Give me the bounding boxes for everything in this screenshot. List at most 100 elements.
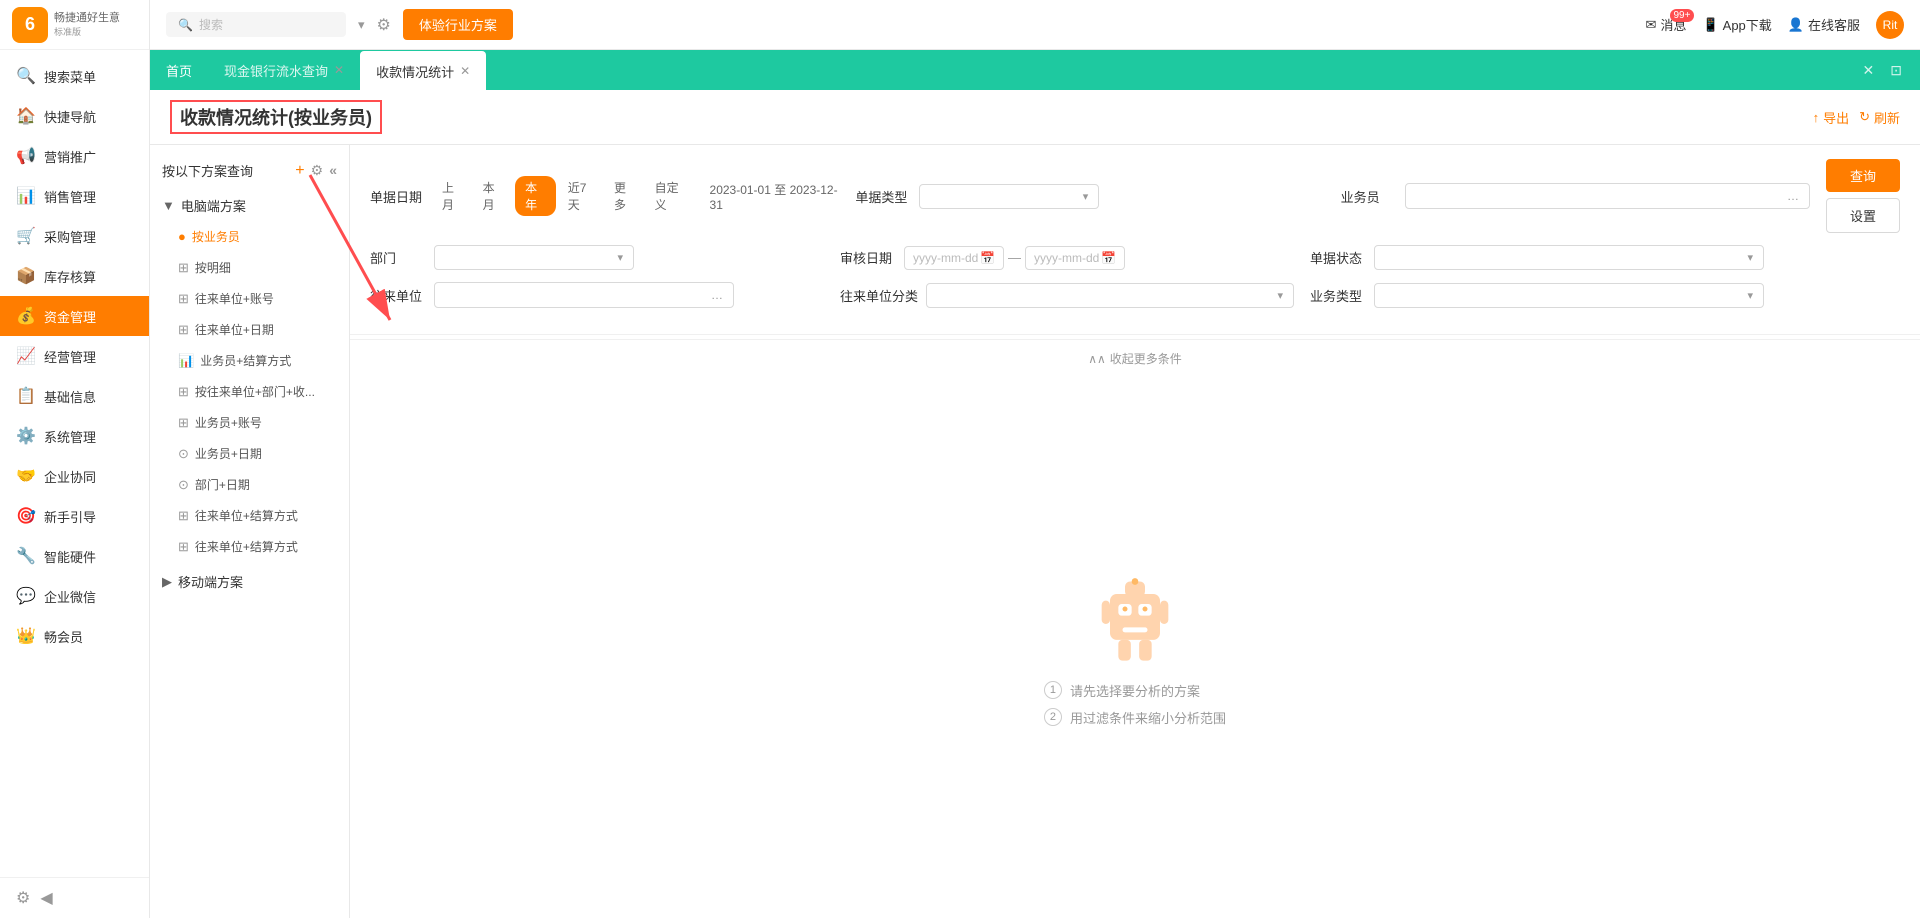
sidebar-item-guide[interactable]: 🎯 新手引导: [0, 496, 149, 536]
scheme-item-by-salesman[interactable]: ● 按业务员: [150, 221, 349, 252]
trial-button[interactable]: 体验行业方案: [403, 9, 513, 40]
query-button[interactable]: 查询: [1826, 159, 1900, 192]
sidebar-item-corp[interactable]: 🤝 企业协同: [0, 456, 149, 496]
left-panel: 按以下方案查询 + ⚙ « ▼ 电脑端方案 ● 按业务员: [150, 145, 350, 918]
sidebar-item-system[interactable]: ⚙️ 系统管理: [0, 416, 149, 456]
export-button[interactable]: ↑ 导出: [1813, 108, 1850, 127]
panel-header-text: 按以下方案查询: [162, 161, 295, 180]
date-selector: 上月 本月 本年 近7天 更多 自定义: [434, 176, 694, 216]
tip-item-2: 2 用过滤条件来缩小分析范围: [1044, 708, 1226, 727]
sidebar-item-sales[interactable]: 📊 销售管理: [0, 176, 149, 216]
scheme-item-by-salesman-method[interactable]: 📊 业务员+结算方式: [150, 345, 349, 376]
topbar-gear-icon[interactable]: ⚙: [377, 15, 391, 35]
date-btn-custom[interactable]: 自定义: [647, 176, 694, 216]
panel-collapse-btn[interactable]: «: [329, 162, 337, 180]
window-close-icon[interactable]: ✕: [1857, 62, 1881, 79]
search-icon: 🔍: [178, 18, 193, 32]
footer-settings-icon[interactable]: ⚙: [16, 888, 30, 908]
form-row-2: 部门 ▾ 审核日期 yyyy-mm-dd 📅: [370, 245, 1900, 270]
sidebar-item-basic[interactable]: 📋 基础信息: [0, 376, 149, 416]
sidebar-footer: ⚙ ◀‍: [0, 877, 149, 918]
tab-bank-flow-close[interactable]: ✕: [334, 63, 344, 77]
logo-badge: 标准版: [54, 25, 120, 38]
online-service-button[interactable]: 👤 在线客服: [1788, 15, 1860, 34]
sidebar-item-member[interactable]: 👑 畅会员: [0, 616, 149, 656]
scheme-item-by-unit-method2[interactable]: ⊞ 往来单位+结算方式: [150, 531, 349, 562]
scheme-icon-salesman: ●: [178, 229, 186, 244]
collapse-bar[interactable]: ∧∧ 收起更多条件: [350, 339, 1920, 377]
review-date-to[interactable]: yyyy-mm-dd 📅: [1025, 246, 1125, 270]
tab-home[interactable]: 首页: [150, 50, 208, 90]
counterpart-field: 往来单位 …: [370, 282, 824, 308]
counterpart-class-field: 往来单位分类 ▾: [840, 283, 1294, 308]
purchase-icon: 🛒: [16, 226, 36, 246]
sidebar-item-wechat[interactable]: 💬 企业微信: [0, 576, 149, 616]
topbar: 🔍 搜索 ▾ ⚙ 体验行业方案 ✉ 消息 99+ 📱 App下载 👤 在线客服 …: [150, 0, 1920, 50]
sidebar-item-operation[interactable]: 📈 经营管理: [0, 336, 149, 376]
date-btn-this-year[interactable]: 本年: [515, 176, 556, 216]
user-avatar[interactable]: Rit: [1876, 11, 1904, 39]
scheme-item-by-detail[interactable]: ⊞ 按明细: [150, 252, 349, 283]
review-date-from[interactable]: yyyy-mm-dd 📅: [904, 246, 1004, 270]
dept-select[interactable]: ▾: [434, 245, 634, 270]
counterpart-class-label: 往来单位分类: [840, 286, 918, 305]
date-btn-this-month[interactable]: 本月: [475, 176, 512, 216]
sales-icon: 📊: [16, 186, 36, 206]
panel-settings-btn[interactable]: ⚙: [311, 162, 324, 180]
tab-collection-stats[interactable]: 收款情况统计 ✕: [360, 51, 486, 91]
salesman-more-icon[interactable]: …: [1787, 189, 1799, 203]
message-button[interactable]: ✉ 消息 99+: [1646, 15, 1687, 34]
doc-type-select[interactable]: ▾: [919, 184, 1099, 209]
counterpart-input[interactable]: …: [434, 282, 734, 308]
date-label: 单据日期: [370, 187, 426, 206]
message-icon: ✉: [1646, 17, 1657, 33]
tip-text-1: 请先选择要分析的方案: [1070, 681, 1200, 700]
sidebar-item-purchase[interactable]: 🛒 采购管理: [0, 216, 149, 256]
refresh-button[interactable]: ↻ 刷新: [1859, 108, 1900, 127]
date-range: 2023-01-01 至 2023-12-31: [710, 181, 840, 212]
scheme-item-by-dept-date[interactable]: ⊙ 部门+日期: [150, 469, 349, 500]
scheme-icon-dept-date: ⊙: [178, 477, 189, 493]
service-label: 在线客服: [1808, 15, 1860, 34]
review-date-field: 审核日期 yyyy-mm-dd 📅 — yyyy-mm-dd 📅: [840, 246, 1294, 270]
salesman-select[interactable]: …: [1405, 183, 1810, 209]
tab-collection-stats-close[interactable]: ✕: [460, 64, 470, 78]
home-icon: 🏠: [16, 106, 36, 126]
footer-collapse-icon[interactable]: ◀‍: [40, 888, 52, 908]
scheme-item-by-unit-method1[interactable]: ⊞ 往来单位+结算方式: [150, 500, 349, 531]
window-maximize-icon[interactable]: ⊡: [1884, 62, 1908, 79]
scheme-item-by-unit-dept[interactable]: ⊞ 按往来单位+部门+收...: [150, 376, 349, 407]
doc-status-select[interactable]: ▾: [1374, 245, 1764, 270]
sidebar-item-hardware[interactable]: 🔧 智能硬件: [0, 536, 149, 576]
topbar-dropdown[interactable]: ▾: [358, 17, 365, 33]
sidebar-item-finance[interactable]: 💰 资金管理: [0, 296, 149, 336]
message-badge: 99+: [1670, 9, 1695, 22]
panel-add-btn[interactable]: +: [295, 162, 304, 180]
counterpart-class-select[interactable]: ▾: [926, 283, 1294, 308]
topbar-search[interactable]: 🔍 搜索: [166, 12, 346, 37]
counterpart-label: 往来单位: [370, 286, 426, 305]
sidebar-item-quick-nav[interactable]: 🏠 快捷导航: [0, 96, 149, 136]
mobile-group-title[interactable]: ▶ 移动端方案: [150, 566, 349, 597]
date-btn-7days[interactable]: 近7天: [560, 176, 602, 216]
biz-type-field: 业务类型 ▾: [1310, 283, 1764, 308]
form-actions: 查询 设置: [1826, 159, 1900, 233]
scheme-item-by-salesman-account[interactable]: ⊞ 业务员+账号: [150, 407, 349, 438]
counterpart-more-icon[interactable]: …: [711, 288, 723, 302]
sidebar-item-search[interactable]: 🔍 搜索菜单: [0, 56, 149, 96]
app-download-button[interactable]: 📱 App下载: [1702, 15, 1771, 34]
tab-bank-flow[interactable]: 现金银行流水查询 ✕: [208, 50, 360, 90]
settings-button[interactable]: 设置: [1826, 198, 1900, 233]
collapse-label: 收起更多条件: [1110, 350, 1182, 367]
logo-text: 畅捷通好生意: [54, 11, 120, 25]
scheme-item-by-unit-date[interactable]: ⊞ 往来单位+日期: [150, 314, 349, 345]
sidebar-item-inventory[interactable]: 📦 库存核算: [0, 256, 149, 296]
date-btn-last-month[interactable]: 上月: [434, 176, 471, 216]
scheme-item-by-salesman-date[interactable]: ⊙ 业务员+日期: [150, 438, 349, 469]
scheme-item-by-unit-account[interactable]: ⊞ 往来单位+账号: [150, 283, 349, 314]
desktop-group-title[interactable]: ▼ 电脑端方案: [150, 190, 349, 221]
date-btn-more[interactable]: 更多: [606, 176, 643, 216]
form-row-3: 往来单位 … 往来单位分类 ▾: [370, 282, 1900, 308]
biz-type-select[interactable]: ▾: [1374, 283, 1764, 308]
sidebar-item-marketing[interactable]: 📢 营销推广: [0, 136, 149, 176]
